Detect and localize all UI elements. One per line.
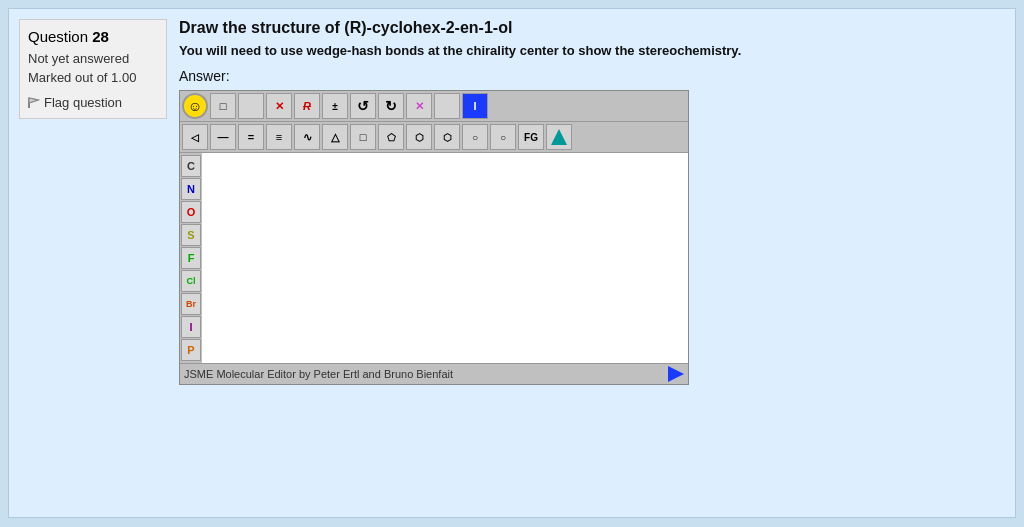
drawing-canvas[interactable] bbox=[202, 153, 688, 363]
smiley-button[interactable]: ☺ bbox=[182, 93, 208, 119]
triangle-tool[interactable]: △ bbox=[322, 124, 348, 150]
r-tool[interactable]: R bbox=[294, 93, 320, 119]
fg-tool[interactable]: FG bbox=[518, 124, 544, 150]
jsme-editor: ☺ □ ✕ R ± ↺ ↻ ✕ I ◁ — = ≡ ∿ △ □ bbox=[179, 90, 689, 385]
editor-area: C N O S F Cl Br I P bbox=[180, 153, 688, 363]
hexagon-tool2[interactable]: ⬡ bbox=[434, 124, 460, 150]
element-sidebar: C N O S F Cl Br I P bbox=[180, 153, 202, 363]
sulfur-button[interactable]: S bbox=[181, 224, 201, 246]
bromine-button[interactable]: Br bbox=[181, 293, 201, 315]
pentagon-tool[interactable]: ⬠ bbox=[378, 124, 404, 150]
question-subtitle: You will need to use wedge-hash bonds at… bbox=[179, 43, 1005, 58]
blank-tool1[interactable] bbox=[238, 93, 264, 119]
clear-tool[interactable]: ✕ bbox=[406, 93, 432, 119]
jsme-credit: JSME Molecular Editor by Peter Ertl and … bbox=[184, 368, 453, 380]
svg-marker-3 bbox=[551, 129, 567, 145]
oxygen-button[interactable]: O bbox=[181, 201, 201, 223]
fluorine-button[interactable]: F bbox=[181, 247, 201, 269]
teal-arrow-tool[interactable] bbox=[546, 124, 572, 150]
question-number: Question 28 bbox=[28, 28, 158, 45]
toolbar-row1: ☺ □ ✕ R ± ↺ ↻ ✕ I bbox=[180, 91, 688, 122]
flag-icon bbox=[28, 97, 40, 109]
main-content: Draw the structure of (R)-cyclohex-2-en-… bbox=[179, 19, 1005, 507]
jsme-footer: JSME Molecular Editor by Peter Ertl and … bbox=[180, 363, 688, 384]
wavy-bond-tool[interactable]: ∿ bbox=[294, 124, 320, 150]
delete-tool[interactable]: ✕ bbox=[266, 93, 292, 119]
flag-label: Flag question bbox=[44, 95, 122, 110]
question-title: Draw the structure of (R)-cyclohex-2-en-… bbox=[179, 19, 1005, 37]
carbon-button[interactable]: C bbox=[181, 155, 201, 177]
sidebar: Question 28 Not yet answered Marked out … bbox=[19, 19, 167, 119]
toolbar-row2: ◁ — = ≡ ∿ △ □ ⬠ ⬡ ⬡ ○ ○ FG bbox=[180, 122, 688, 153]
hexagon-tool1[interactable]: ⬡ bbox=[406, 124, 432, 150]
teal-arrow-icon bbox=[549, 127, 569, 147]
rectangle-tool[interactable]: □ bbox=[350, 124, 376, 150]
hexagon-tool3[interactable]: ○ bbox=[462, 124, 488, 150]
iodine-button[interactable]: I bbox=[181, 316, 201, 338]
extra-tool[interactable] bbox=[490, 93, 530, 119]
not-answered-label: Not yet answered bbox=[28, 51, 158, 66]
select-tool[interactable]: □ bbox=[210, 93, 236, 119]
redo-tool[interactable]: ↻ bbox=[378, 93, 404, 119]
hexagon-tool4[interactable]: ○ bbox=[490, 124, 516, 150]
phosphorus-button[interactable]: P bbox=[181, 339, 201, 361]
marked-label: Marked out of 1.00 bbox=[28, 70, 158, 85]
arrow-left-tool[interactable]: ◁ bbox=[182, 124, 208, 150]
play-button[interactable] bbox=[668, 366, 684, 382]
undo-tool[interactable]: ↺ bbox=[350, 93, 376, 119]
flag-question-button[interactable]: Flag question bbox=[28, 95, 158, 110]
mode-toggle[interactable]: I bbox=[462, 93, 488, 119]
nitrogen-button[interactable]: N bbox=[181, 178, 201, 200]
svg-marker-2 bbox=[29, 98, 38, 103]
blank-tool2[interactable] bbox=[434, 93, 460, 119]
main-container: Question 28 Not yet answered Marked out … bbox=[8, 8, 1016, 518]
triple-bond-tool[interactable]: ≡ bbox=[266, 124, 292, 150]
single-bond-tool[interactable]: — bbox=[210, 124, 236, 150]
chlorine-button[interactable]: Cl bbox=[181, 270, 201, 292]
answer-label: Answer: bbox=[179, 68, 1005, 84]
double-bond-tool[interactable]: = bbox=[238, 124, 264, 150]
charge-tool[interactable]: ± bbox=[322, 93, 348, 119]
